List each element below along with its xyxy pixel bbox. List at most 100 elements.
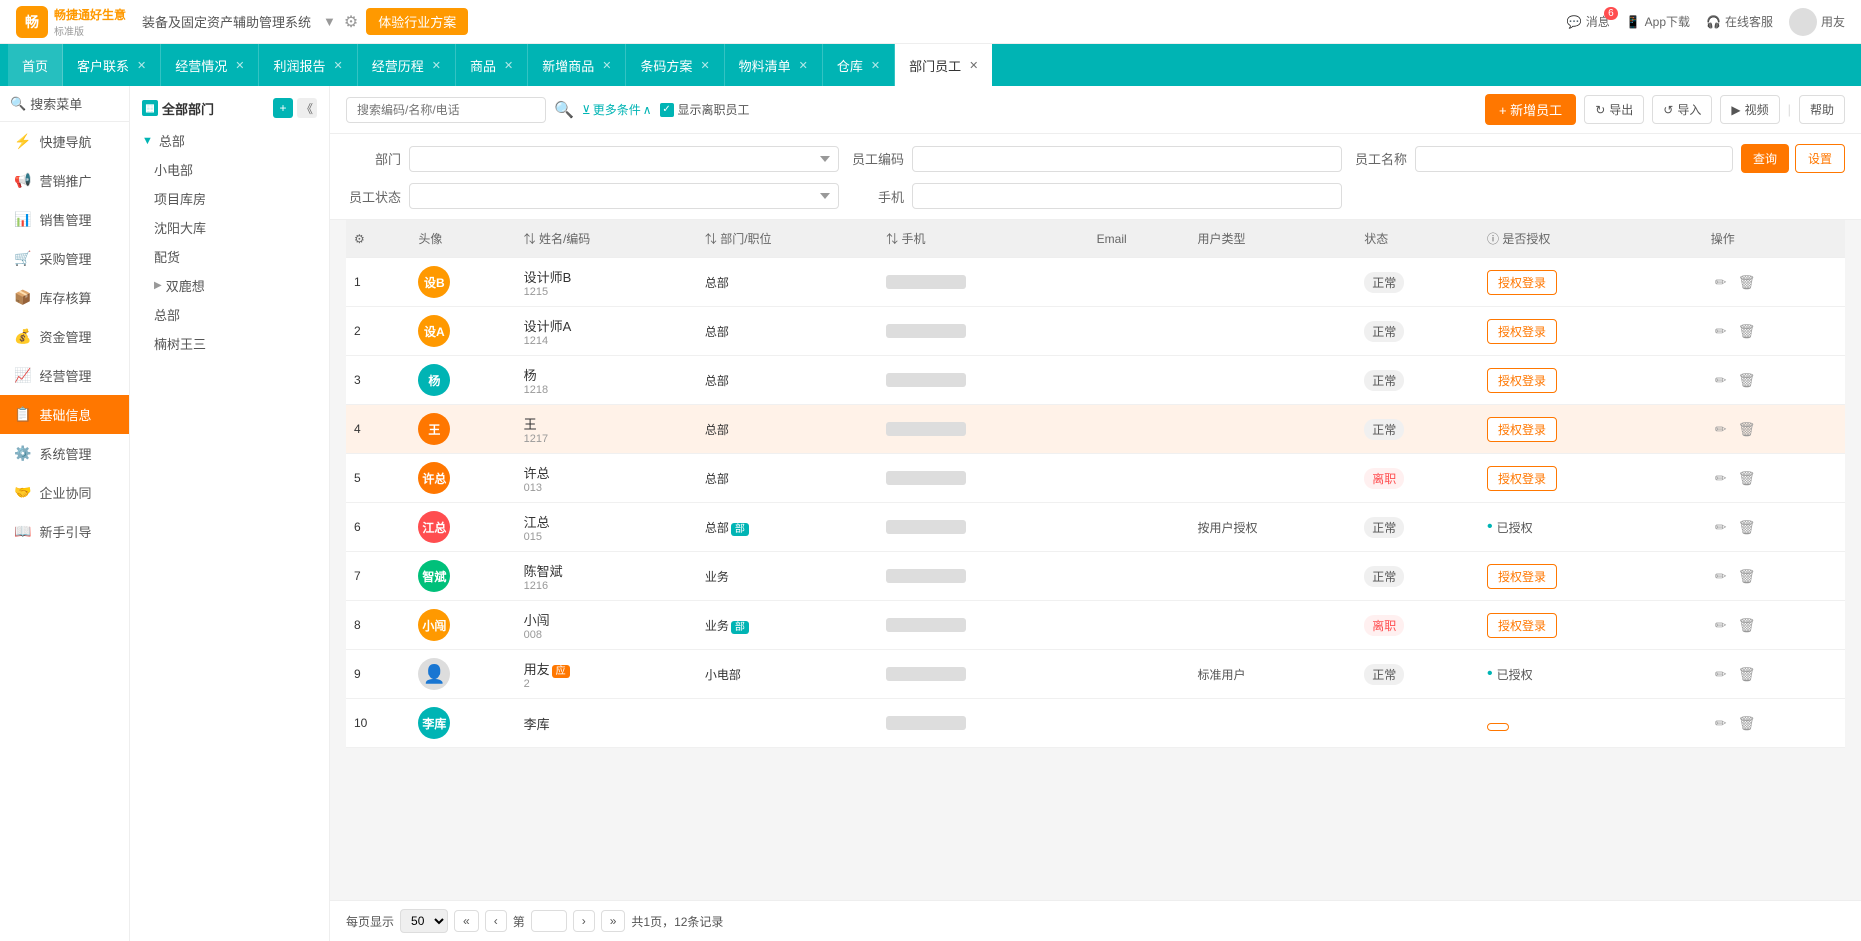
more-filter[interactable]: ⊻ 更多条件 ∧ bbox=[582, 101, 652, 118]
dept-item-project[interactable]: 项目库房 bbox=[130, 184, 329, 213]
delete-btn[interactable]: 🗑 bbox=[1734, 517, 1760, 538]
dept-add-btn[interactable]: + bbox=[273, 98, 293, 118]
auth-login-btn[interactable] bbox=[1487, 723, 1509, 731]
nav-customers[interactable]: 客户联系 ✕ bbox=[63, 44, 161, 86]
nav-close-goods[interactable]: ✕ bbox=[504, 59, 513, 72]
dropdown-icon[interactable]: ▼ bbox=[323, 14, 336, 29]
nav-new-goods[interactable]: 新增商品 ✕ bbox=[528, 44, 626, 86]
settings-icon[interactable]: ⚙ bbox=[344, 12, 358, 32]
show-resigned-toggle[interactable]: ✓ 显示离职员工 bbox=[660, 101, 750, 118]
delete-btn[interactable]: 🗑 bbox=[1734, 615, 1760, 636]
nav-close-bom[interactable]: ✕ bbox=[799, 59, 808, 72]
empcode-filter-input[interactable] bbox=[912, 146, 1342, 172]
dept-item-zongbu-root[interactable]: ▼ 总部 bbox=[130, 126, 329, 155]
export-button[interactable]: ↻ 导出 bbox=[1584, 95, 1644, 124]
th-phone[interactable]: ⇅ 手机 bbox=[878, 220, 1089, 258]
edit-btn[interactable]: ✏ bbox=[1711, 419, 1731, 440]
nav-close-customers[interactable]: ✕ bbox=[137, 59, 146, 72]
nav-close-employees[interactable]: ✕ bbox=[969, 59, 978, 72]
menu-item-guide[interactable]: 📖 新手引导 bbox=[0, 512, 129, 551]
search-input[interactable] bbox=[346, 97, 546, 123]
th-settings[interactable]: ⚙ bbox=[346, 220, 410, 258]
dept-item-shenyang[interactable]: 沈阳大库 bbox=[130, 213, 329, 242]
auth-login-btn[interactable]: 授权登录 bbox=[1487, 466, 1557, 491]
add-employee-button[interactable]: + 新增员工 bbox=[1485, 94, 1576, 125]
auth-login-btn[interactable]: 授权登录 bbox=[1487, 368, 1557, 393]
dept-collapse-btn[interactable]: 《 bbox=[297, 98, 317, 118]
delete-btn[interactable]: 🗑 bbox=[1734, 370, 1760, 391]
edit-btn[interactable]: ✏ bbox=[1711, 517, 1731, 538]
menu-item-inventory[interactable]: 📦 库存核算 bbox=[0, 278, 129, 317]
dept-item-xiaodianbu[interactable]: 小电部 bbox=[130, 155, 329, 184]
menu-item-operations[interactable]: 📈 经营管理 bbox=[0, 356, 129, 395]
menu-item-purchase[interactable]: 🛒 采购管理 bbox=[0, 239, 129, 278]
edit-btn[interactable]: ✏ bbox=[1711, 664, 1731, 685]
edit-btn[interactable]: ✏ bbox=[1711, 615, 1731, 636]
dept-item-peihuo[interactable]: 配货 bbox=[130, 242, 329, 271]
edit-btn[interactable]: ✏ bbox=[1711, 468, 1731, 489]
menu-item-basic-info[interactable]: 📋 基础信息 bbox=[0, 395, 129, 434]
th-name-code[interactable]: ⇅ 姓名/编码 bbox=[516, 220, 697, 258]
th-dept-position[interactable]: ⇅ 部门/职位 bbox=[697, 220, 878, 258]
delete-btn[interactable]: 🗑 bbox=[1734, 321, 1760, 342]
nav-employees[interactable]: 部门员工 ✕ bbox=[895, 44, 992, 86]
auth-login-btn[interactable]: 授权登录 bbox=[1487, 613, 1557, 638]
next-page-btn[interactable]: › bbox=[573, 910, 595, 932]
edit-btn[interactable]: ✏ bbox=[1711, 272, 1731, 293]
edit-btn[interactable]: ✏ bbox=[1711, 370, 1731, 391]
dept-filter-select[interactable] bbox=[409, 146, 839, 172]
first-page-btn[interactable]: « bbox=[454, 910, 479, 932]
nav-close-warehouse[interactable]: ✕ bbox=[871, 59, 880, 72]
nav-close-newgoods[interactable]: ✕ bbox=[602, 59, 611, 72]
delete-btn[interactable]: 🗑 bbox=[1734, 272, 1760, 293]
nav-close-history[interactable]: ✕ bbox=[432, 59, 441, 72]
auth-login-btn[interactable]: 授权登录 bbox=[1487, 417, 1557, 442]
menu-item-sales[interactable]: 📊 销售管理 bbox=[0, 200, 129, 239]
edit-btn[interactable]: ✏ bbox=[1711, 566, 1731, 587]
menu-item-shortcuts[interactable]: ⚡ 快捷导航 bbox=[0, 122, 129, 161]
auth-login-btn[interactable]: 授权登录 bbox=[1487, 564, 1557, 589]
app-download-action[interactable]: 📱 App下载 bbox=[1626, 13, 1690, 30]
dept-item-zongbu-sub[interactable]: 总部 bbox=[130, 300, 329, 329]
search-button[interactable]: 🔍 bbox=[554, 100, 574, 120]
prev-page-btn[interactable]: ‹ bbox=[485, 910, 507, 932]
nav-warehouse[interactable]: 仓库 ✕ bbox=[823, 44, 895, 86]
message-action[interactable]: 💬 消息 6 bbox=[1567, 13, 1610, 30]
help-button[interactable]: 帮助 bbox=[1799, 95, 1845, 124]
nav-bom[interactable]: 物料清单 ✕ bbox=[725, 44, 823, 86]
menu-item-finance[interactable]: 💰 资金管理 bbox=[0, 317, 129, 356]
empname-filter-input[interactable] bbox=[1415, 146, 1733, 172]
experience-button[interactable]: 体验行业方案 bbox=[366, 8, 468, 35]
user-action[interactable]: 用友 bbox=[1789, 8, 1845, 36]
import-button[interactable]: ↺ 导入 bbox=[1652, 95, 1712, 124]
menu-item-marketing[interactable]: 📢 营销推广 bbox=[0, 161, 129, 200]
edit-btn[interactable]: ✏ bbox=[1711, 713, 1731, 734]
delete-btn[interactable]: 🗑 bbox=[1734, 419, 1760, 440]
status-filter-select[interactable] bbox=[409, 183, 839, 209]
nav-history[interactable]: 经营历程 ✕ bbox=[358, 44, 456, 86]
page-input[interactable]: 1 bbox=[531, 910, 567, 932]
last-page-btn[interactable]: » bbox=[601, 910, 626, 932]
video-button[interactable]: ▶ 视频 bbox=[1720, 95, 1779, 124]
nav-close-ops[interactable]: ✕ bbox=[235, 59, 244, 72]
set-btn[interactable]: 设置 bbox=[1795, 144, 1845, 173]
nav-close-profit[interactable]: ✕ bbox=[334, 59, 343, 72]
auth-login-btn[interactable]: 授权登录 bbox=[1487, 319, 1557, 344]
menu-item-system[interactable]: ⚙️ 系统管理 bbox=[0, 434, 129, 473]
dept-item-nanshu[interactable]: 楠树王三 bbox=[130, 329, 329, 358]
delete-btn[interactable]: 🗑 bbox=[1734, 566, 1760, 587]
nav-goods[interactable]: 商品 ✕ bbox=[456, 44, 528, 86]
delete-btn[interactable]: 🗑 bbox=[1734, 664, 1760, 685]
search-filter-btn[interactable]: 查询 bbox=[1741, 144, 1789, 173]
nav-operations[interactable]: 经营情况 ✕ bbox=[161, 44, 259, 86]
nav-barcode[interactable]: 条码方案 ✕ bbox=[626, 44, 724, 86]
delete-btn[interactable]: 🗑 bbox=[1734, 468, 1760, 489]
online-service-action[interactable]: 🎧 在线客服 bbox=[1706, 13, 1773, 30]
nav-close-barcode[interactable]: ✕ bbox=[700, 59, 709, 72]
dept-item-shuanglu[interactable]: ▶ 双鹿想 bbox=[130, 271, 329, 300]
page-size-select[interactable]: 50 bbox=[400, 909, 448, 933]
phone-filter-input[interactable] bbox=[912, 183, 1342, 209]
nav-profit[interactable]: 利润报告 ✕ bbox=[259, 44, 357, 86]
nav-home[interactable]: 首页 bbox=[8, 44, 63, 86]
menu-item-collaboration[interactable]: 🤝 企业协同 bbox=[0, 473, 129, 512]
